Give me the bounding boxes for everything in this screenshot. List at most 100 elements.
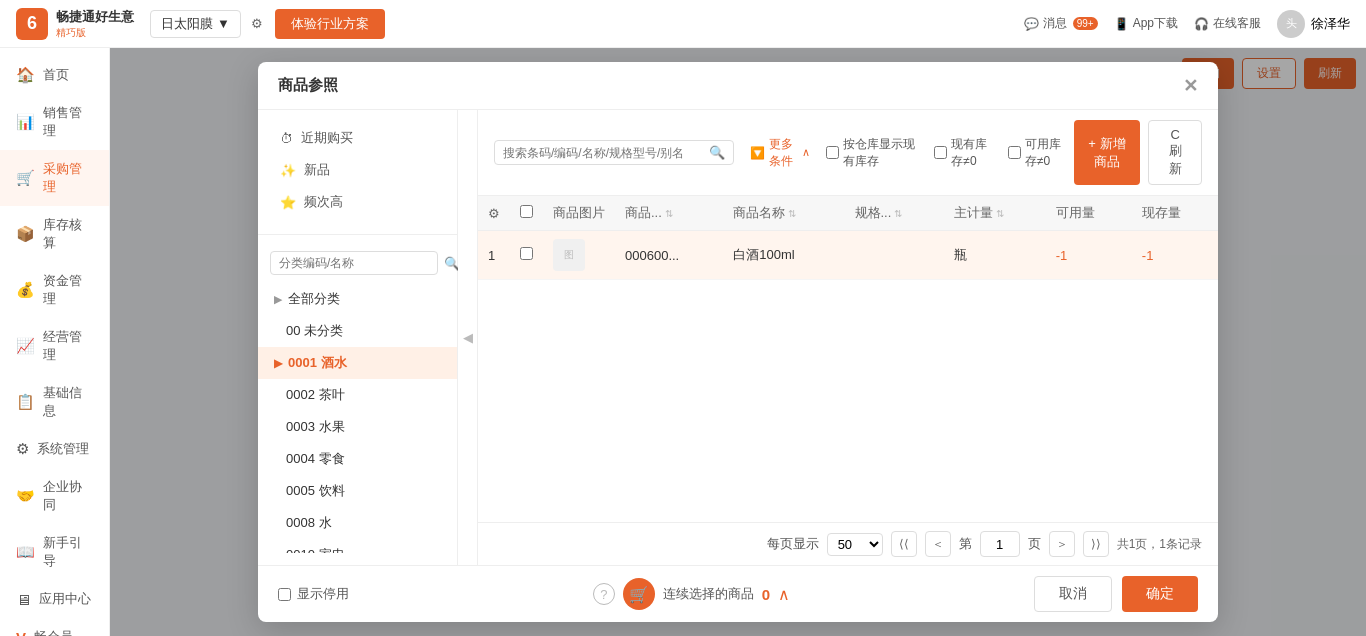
category-item-0001[interactable]: ▶ 0001 酒水 (258, 347, 457, 379)
cancel-button[interactable]: 取消 (1034, 576, 1112, 612)
show-disabled-input[interactable] (278, 588, 291, 601)
quick-item-new[interactable]: ✨ 新品 (270, 154, 445, 186)
quick-item-frequent[interactable]: ⭐ 频次高 (270, 186, 445, 218)
product-search-wrap: 🔍 (494, 140, 734, 165)
more-filter-button[interactable]: 🔽 更多条件 ∧ (742, 132, 818, 174)
sidebar-item-enterprise[interactable]: 🤝 企业协同 (0, 468, 109, 524)
content-area: 查询 设置 刷新 商品参照 ✕ ⏱ (110, 48, 1366, 636)
message-badge: 99+ (1073, 17, 1098, 30)
sidebar-item-inventory[interactable]: 📦 库存核算 (0, 206, 109, 262)
table-row[interactable]: 1 图 000600... 白酒100ml 瓶 (478, 231, 1218, 280)
quick-item-recent[interactable]: ⏱ 近期购买 (270, 122, 445, 154)
category-item-0010[interactable]: 0010 家电 (258, 539, 457, 553)
top-header: 6 畅捷通好生意 精巧版 日太阳膜 ▼ ⚙ 体验行业方案 💬 消息 99+ 📱 … (0, 0, 1366, 48)
service-label: 在线客服 (1213, 15, 1261, 32)
continuous-label: 连续选择的商品 (663, 585, 754, 603)
product-search-icon[interactable]: 🔍 (709, 145, 725, 160)
category-item-all[interactable]: ▶ 全部分类 (258, 283, 457, 315)
confirm-button[interactable]: 确定 (1122, 576, 1198, 612)
trial-button[interactable]: 体验行业方案 (275, 9, 385, 39)
logo-text: 畅捷通好生意 精巧版 (56, 8, 134, 40)
pagination-bar: 每页显示 50 100 200 ⟨⟨ ＜ 第 页 ＞ (478, 522, 1218, 565)
sidebar-item-apps[interactable]: 🖥 应用中心 (0, 580, 109, 618)
cell-available: -1 (1046, 231, 1132, 280)
category-item-0002[interactable]: 0002 茶叶 (258, 379, 457, 411)
th-stock[interactable]: 现存量 (1132, 196, 1218, 231)
recent-label: 近期购买 (301, 129, 353, 147)
product-search-input[interactable] (503, 146, 703, 160)
user-area[interactable]: 头 徐泽华 (1277, 10, 1350, 38)
store-selector[interactable]: 日太阳膜 ▼ (150, 10, 241, 38)
sidebar-item-basic[interactable]: 📋 基础信息 (0, 374, 109, 430)
select-all-checkbox[interactable] (520, 205, 533, 218)
cell-checkbox[interactable] (510, 231, 543, 280)
sidebar-item-guide[interactable]: 📖 新手引导 (0, 524, 109, 580)
sidebar-label-guide: 新手引导 (43, 534, 93, 570)
first-page-button[interactable]: ⟨⟨ (891, 531, 917, 557)
cell-stock: -1 (1132, 231, 1218, 280)
product-image: 图 (553, 239, 585, 271)
th-code[interactable]: 商品... ⇅ (615, 196, 723, 231)
sidebar-item-purchase[interactable]: 🛒 采购管理 (0, 150, 109, 206)
th-available[interactable]: 可用量 (1046, 196, 1132, 231)
app-download-item[interactable]: 📱 App下载 (1114, 15, 1178, 32)
cart-icon: 🛒 (623, 578, 655, 610)
sidebar-item-sales[interactable]: 📊 销售管理 (0, 94, 109, 150)
sort-icon-name: ⇅ (788, 208, 796, 219)
message-icon: 💬 (1024, 17, 1039, 31)
last-page-button[interactable]: ⟩⟩ (1083, 531, 1109, 557)
sidebar-item-vip[interactable]: V 畅会员 (0, 618, 109, 636)
checkbox-warehouse-input[interactable] (826, 146, 839, 159)
modal-left-panel: ⏱ 近期购买 ✨ 新品 ⭐ 频次高 (258, 110, 458, 565)
sidebar-item-finance[interactable]: 💰 资金管理 (0, 262, 109, 318)
add-product-button[interactable]: + 新增商品 (1074, 120, 1141, 185)
category-item-00[interactable]: 00 未分类 (258, 315, 457, 347)
collapse-toggle[interactable]: ◀ (458, 110, 478, 565)
page-size-label: 每页显示 (767, 535, 819, 553)
category-item-0008[interactable]: 0008 水 (258, 507, 457, 539)
next-page-button[interactable]: ＞ (1049, 531, 1075, 557)
sidebar-item-operation[interactable]: 📈 经营管理 (0, 318, 109, 374)
sidebar-label-basic: 基础信息 (43, 384, 93, 420)
sidebar-item-system[interactable]: ⚙ 系统管理 (0, 430, 109, 468)
category-item-0004[interactable]: 0004 零食 (258, 443, 457, 475)
th-name[interactable]: 商品名称 ⇅ (723, 196, 844, 231)
th-available-label: 可用量 (1056, 204, 1095, 222)
checkbox-available-nonzero[interactable]: 可用库存≠0 (1008, 136, 1066, 170)
message-item[interactable]: 💬 消息 99+ (1024, 15, 1098, 32)
page-size-select[interactable]: 50 100 200 (827, 533, 883, 556)
cell-code: 000600... (615, 231, 723, 280)
sidebar-item-home[interactable]: 🏠 首页 (0, 56, 109, 94)
checkbox-stock-nonzero[interactable]: 现有库存≠0 (934, 136, 992, 170)
service-item[interactable]: 🎧 在线客服 (1194, 15, 1261, 32)
th-unit[interactable]: 主计量 ⇅ (944, 196, 1046, 231)
new-label: 新品 (304, 161, 330, 179)
th-checkbox[interactable] (510, 196, 543, 231)
frequent-icon: ⭐ (280, 195, 296, 210)
th-spec[interactable]: 规格... ⇅ (845, 196, 944, 231)
checkbox-warehouse[interactable]: 按仓库显示现有库存 (826, 136, 918, 170)
product-table-wrap: ⚙ 商品图片 商品... ⇅ (478, 196, 1218, 522)
row-checkbox[interactable] (520, 247, 533, 260)
footer-center: ? 🛒 连续选择的商品 0 ∧ (593, 578, 790, 610)
category-search-input[interactable] (270, 251, 438, 275)
th-gear[interactable]: ⚙ (478, 196, 510, 231)
system-icon: ⚙ (16, 440, 29, 458)
page-number-input[interactable] (980, 531, 1020, 557)
show-disabled-checkbox[interactable]: 显示停用 (278, 585, 349, 603)
cell-num: 1 (478, 231, 510, 280)
category-item-0003[interactable]: 0003 水果 (258, 411, 457, 443)
checkbox-available-input[interactable] (1008, 146, 1021, 159)
settings-icon[interactable]: ⚙ (251, 16, 263, 31)
collapse-up-button[interactable]: ∧ (778, 585, 790, 604)
modal-actions: + 新增商品 C 刷新 (1074, 120, 1202, 185)
refresh-button[interactable]: C 刷新 (1148, 120, 1202, 185)
page-label: 第 (959, 535, 972, 553)
prev-page-button[interactable]: ＜ (925, 531, 951, 557)
modal-close-button[interactable]: ✕ (1183, 77, 1198, 95)
checkbox-stock-input[interactable] (934, 146, 947, 159)
help-icon[interactable]: ? (593, 583, 615, 605)
sidebar-label-operation: 经营管理 (43, 328, 93, 364)
page-label-end: 页 (1028, 535, 1041, 553)
category-item-0005[interactable]: 0005 饮料 (258, 475, 457, 507)
